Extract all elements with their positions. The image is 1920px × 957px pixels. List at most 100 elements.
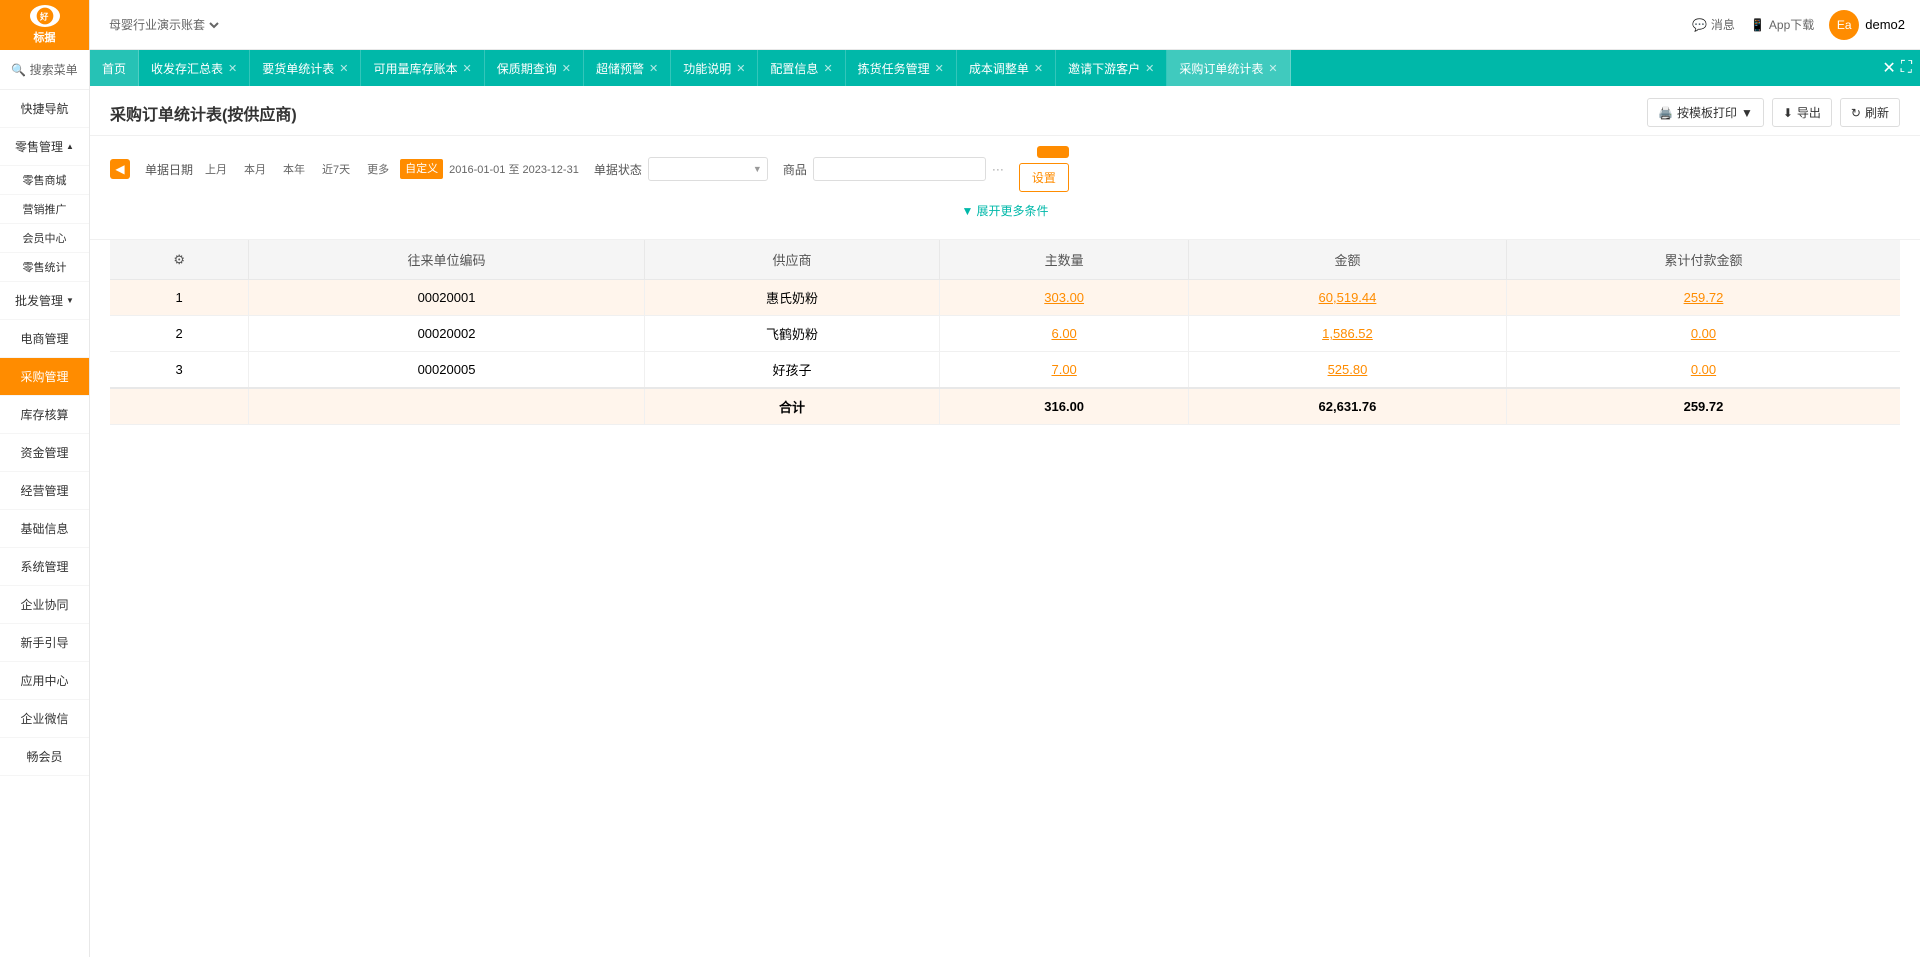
sidebar-item-marketing[interactable]: 营销推广 xyxy=(0,195,89,224)
sidebar-item-basic-info[interactable]: 基础信息 xyxy=(0,510,89,548)
sidebar-item-system[interactable]: 系统管理 xyxy=(0,548,89,586)
nav-tab-4[interactable]: 保质期查询 ✕ xyxy=(485,50,584,86)
close-tab-8[interactable]: ✕ xyxy=(935,62,944,75)
sidebar: 好 标据 🔍 搜索菜单 快捷导航 零售管理 零售商城 营销推广 会员中心 零售统… xyxy=(0,0,90,957)
table-row[interactable]: 1 00020001 惠氏奶粉 303.00 60,519.44 259.72 xyxy=(110,280,1900,316)
sidebar-item-vip[interactable]: 畅会员 xyxy=(0,738,89,776)
sidebar-item-ecommerce[interactable]: 电商管理 xyxy=(0,320,89,358)
col-settings[interactable]: ⚙ xyxy=(110,240,249,280)
print-button[interactable]: 🖨️ 按模板打印 ▼ xyxy=(1647,98,1764,127)
nav-tab-active[interactable]: 采购订单统计表 ✕ xyxy=(1167,50,1290,86)
col-supplier: 供应商 xyxy=(644,240,940,280)
filter-goods: 商品 ··· xyxy=(783,157,1004,181)
close-tab-2[interactable]: ✕ xyxy=(339,62,348,75)
sidebar-item-members[interactable]: 会员中心 xyxy=(0,224,89,253)
sidebar-item-guide[interactable]: 新手引导 xyxy=(0,624,89,662)
row-amount[interactable]: 60,519.44 xyxy=(1188,280,1506,316)
filter-row-1: ◀ 单据日期 上月 本月 本年 近7天 更多 自定义 2016-01-01 至 xyxy=(110,146,1900,192)
sidebar-item-collab[interactable]: 企业协同 xyxy=(0,586,89,624)
sidebar-item-weixin[interactable]: 企业微信 xyxy=(0,700,89,738)
close-all-tabs-btn[interactable]: ✕ xyxy=(1882,58,1895,78)
sidebar-item-shortcuts[interactable]: 快捷导航 xyxy=(0,90,89,128)
close-tab-10[interactable]: ✕ xyxy=(1145,62,1154,75)
table-row[interactable]: 3 00020005 好孩子 7.00 525.80 0.00 xyxy=(110,352,1900,389)
sidebar-item-operations[interactable]: 经营管理 xyxy=(0,472,89,510)
custom-date-badge[interactable]: 自定义 xyxy=(400,159,443,179)
goods-more-btn[interactable]: ··· xyxy=(992,162,1004,176)
sidebar-item-finance[interactable]: 资金管理 xyxy=(0,434,89,472)
close-tab-5[interactable]: ✕ xyxy=(649,62,658,75)
export-button[interactable]: ⬇ 导出 xyxy=(1772,98,1832,127)
row-paid[interactable]: 0.00 xyxy=(1506,316,1900,352)
close-tab-7[interactable]: ✕ xyxy=(823,62,832,75)
col-paid: 累计付款金额 xyxy=(1506,240,1900,280)
row-paid[interactable]: 0.00 xyxy=(1506,352,1900,389)
maximize-btn[interactable]: ⛶ xyxy=(1901,59,1912,77)
footer-qty: 316.00 xyxy=(940,388,1189,425)
table-row[interactable]: 2 00020002 飞鹤奶粉 6.00 1,586.52 0.00 xyxy=(110,316,1900,352)
shortcut-last-month[interactable]: 上月 xyxy=(199,159,233,179)
account-selector[interactable]: 母婴行业演示账套 xyxy=(105,17,222,33)
close-tab-active[interactable]: ✕ xyxy=(1268,62,1277,75)
footer-amount: 62,631.76 xyxy=(1188,388,1506,425)
sidebar-item-wholesale[interactable]: 批发管理 xyxy=(0,282,89,320)
sidebar-item-retail[interactable]: 零售管理 xyxy=(0,128,89,166)
app-download-btn[interactable]: 📱 App下载 xyxy=(1750,16,1814,33)
export-icon: ⬇ xyxy=(1783,106,1793,120)
search-button[interactable]: 🔍 搜索菜单 xyxy=(5,58,84,81)
nav-tab-9[interactable]: 成本调整单 ✕ xyxy=(957,50,1056,86)
row-code: 00020002 xyxy=(249,316,644,352)
row-qty[interactable]: 6.00 xyxy=(940,316,1189,352)
row-index: 1 xyxy=(110,280,249,316)
refresh-icon: ↻ xyxy=(1851,106,1861,120)
close-tab-6[interactable]: ✕ xyxy=(736,62,745,75)
nav-tabs-controls: ✕ ⛶ xyxy=(1882,58,1920,78)
nav-tab-1[interactable]: 收发存汇总表 ✕ xyxy=(139,50,250,86)
refresh-button[interactable]: ↻ 刷新 xyxy=(1840,98,1900,127)
collapse-filter-btn[interactable]: ◀ xyxy=(110,159,130,179)
row-paid[interactable]: 259.72 xyxy=(1506,280,1900,316)
avatar: Ea xyxy=(1829,10,1859,40)
status-select-wrapper xyxy=(648,157,768,181)
print-dropdown-icon: ▼ xyxy=(1741,106,1753,120)
sidebar-item-purchase[interactable]: 采购管理 xyxy=(0,358,89,396)
user-profile[interactable]: Ea demo2 xyxy=(1829,10,1905,40)
sidebar-item-inventory[interactable]: 库存核算 xyxy=(0,396,89,434)
close-tab-4[interactable]: ✕ xyxy=(562,62,571,75)
close-tab-3[interactable]: ✕ xyxy=(463,62,472,75)
topbar-actions: 💬 消息 📱 App下载 Ea demo2 xyxy=(1692,10,1905,40)
nav-tab-8[interactable]: 拣货任务管理 ✕ xyxy=(846,50,957,86)
nav-tab-7[interactable]: 配置信息 ✕ xyxy=(758,50,845,86)
nav-tab-6[interactable]: 功能说明 ✕ xyxy=(671,50,758,86)
nav-tab-2[interactable]: 要货单统计表 ✕ xyxy=(250,50,361,86)
shortcut-7days[interactable]: 近7天 xyxy=(316,159,356,179)
shortcut-this-month[interactable]: 本月 xyxy=(238,159,272,179)
shortcut-more[interactable]: 更多 xyxy=(361,159,395,179)
nav-tabs-bar: 首页 收发存汇总表 ✕ 要货单统计表 ✕ 可用量库存账本 ✕ 保质期查询 ✕ 超… xyxy=(90,50,1920,86)
search-menu-item[interactable]: 🔍 搜索菜单 xyxy=(0,50,89,90)
nav-tab-5[interactable]: 超储预警 ✕ xyxy=(584,50,671,86)
row-amount[interactable]: 1,586.52 xyxy=(1188,316,1506,352)
nav-tab-home[interactable]: 首页 xyxy=(90,50,139,86)
row-qty[interactable]: 7.00 xyxy=(940,352,1189,389)
message-btn[interactable]: 💬 消息 xyxy=(1692,16,1735,33)
sidebar-item-app-center[interactable]: 应用中心 xyxy=(0,662,89,700)
row-qty[interactable]: 303.00 xyxy=(940,280,1189,316)
status-select[interactable] xyxy=(648,157,768,181)
sidebar-item-retail-mall[interactable]: 零售商城 xyxy=(0,166,89,195)
goods-input[interactable] xyxy=(813,157,986,181)
query-button[interactable] xyxy=(1037,146,1069,158)
nav-tab-10[interactable]: 邀请下游客户 ✕ xyxy=(1056,50,1167,86)
date-range-display: 2016-01-01 至 2023-12-31 xyxy=(449,161,579,177)
row-amount[interactable]: 525.80 xyxy=(1188,352,1506,389)
message-icon: 💬 xyxy=(1692,18,1707,32)
sidebar-item-retail-stats[interactable]: 零售统计 xyxy=(0,253,89,282)
close-tab-1[interactable]: ✕ xyxy=(228,62,237,75)
nav-tab-3[interactable]: 可用量库存账本 ✕ xyxy=(361,50,484,86)
logo-icon: 好 xyxy=(30,5,60,27)
close-tab-9[interactable]: ✕ xyxy=(1034,62,1043,75)
settings-button[interactable]: 设置 xyxy=(1019,163,1069,192)
page-header: 采购订单统计表(按供应商) 🖨️ 按模板打印 ▼ ⬇ 导出 ↻ 刷新 xyxy=(90,86,1920,136)
expand-conditions-btn[interactable]: ▼ 展开更多条件 xyxy=(954,198,1057,223)
shortcut-this-year[interactable]: 本年 xyxy=(277,159,311,179)
